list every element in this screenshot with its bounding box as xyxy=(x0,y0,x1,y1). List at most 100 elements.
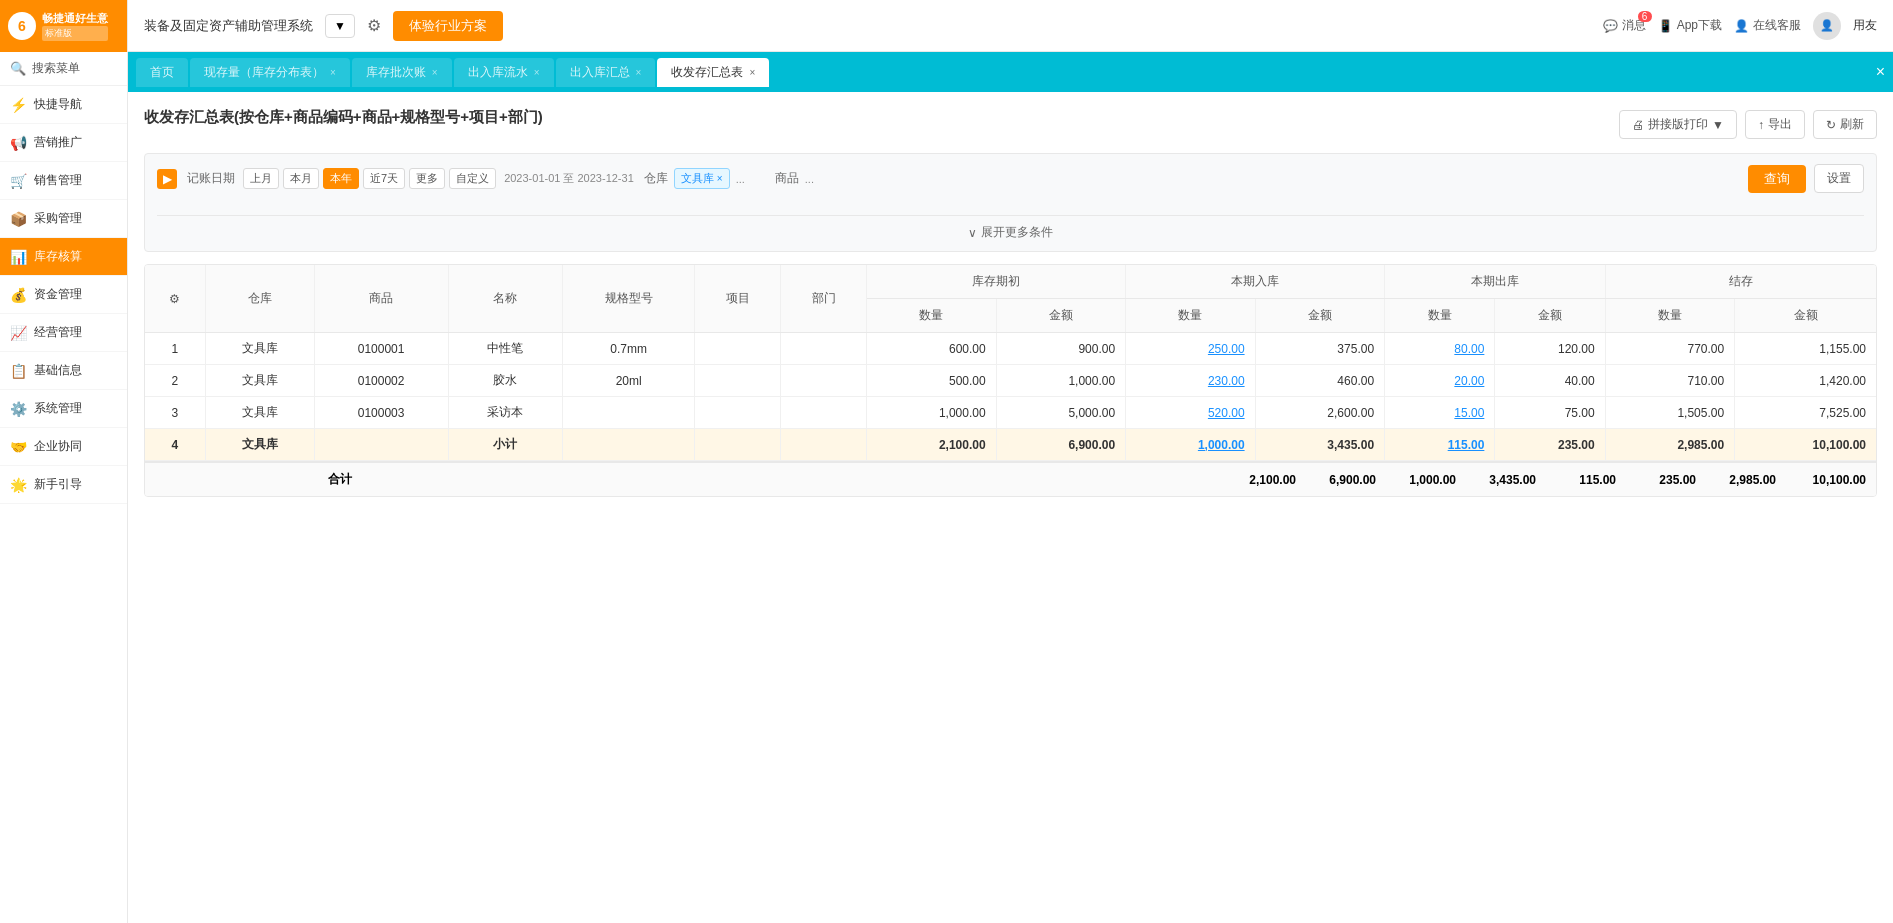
search-label: 搜索菜单 xyxy=(32,60,80,77)
tab-home-label: 首页 xyxy=(150,64,174,81)
warehouse-tag: 文具库 × xyxy=(674,168,730,189)
tab-batch-close[interactable]: × xyxy=(432,67,438,78)
product-more[interactable]: ... xyxy=(805,173,814,185)
th-product-spec: 规格型号 xyxy=(563,265,695,333)
tab-recv-send[interactable]: 收发存汇总表 × xyxy=(657,58,769,87)
tab-recv-send-close[interactable]: × xyxy=(749,67,755,78)
refresh-btn[interactable]: ↻ 刷新 xyxy=(1813,110,1877,139)
sidebar-item-inventory[interactable]: 📊 库存核算 xyxy=(0,238,127,276)
tab-bar-close[interactable]: × xyxy=(1876,63,1885,81)
sidebar-item-quick[interactable]: ⚡ 快捷导航 xyxy=(0,86,127,124)
row-close-amt: 10,100.00 xyxy=(1735,429,1876,461)
date-btn-more[interactable]: 更多 xyxy=(409,168,445,189)
sidebar-item-finance[interactable]: 💰 资金管理 xyxy=(0,276,127,314)
row-department xyxy=(781,429,867,461)
th-project: 项目 xyxy=(695,265,781,333)
th-in-amt: 金额 xyxy=(1255,299,1384,333)
row-out-amt: 120.00 xyxy=(1495,333,1605,365)
date-btn-this-month[interactable]: 本月 xyxy=(283,168,319,189)
date-btn-custom[interactable]: 自定义 xyxy=(449,168,496,189)
row-in-qty[interactable]: 1,000.00 xyxy=(1126,429,1255,461)
finance-icon: 💰 xyxy=(10,287,26,303)
sales-icon: 🛒 xyxy=(10,173,26,189)
system-dropdown[interactable]: ▼ xyxy=(325,14,355,38)
sidebar-search[interactable]: 🔍 搜索菜单 xyxy=(0,52,127,86)
row-department xyxy=(781,397,867,429)
app-download-btn[interactable]: 📱 App下载 xyxy=(1658,17,1722,34)
row-close-amt: 1,420.00 xyxy=(1735,365,1876,397)
warehouse-tag-close[interactable]: × xyxy=(717,173,723,184)
sidebar-item-operations[interactable]: 📈 经营管理 xyxy=(0,314,127,352)
tab-inventory-dist[interactable]: 现存量（库存分布表） × xyxy=(190,58,350,87)
sidebar-item-newbie[interactable]: 🌟 新手引导 xyxy=(0,466,127,504)
row-in-amt: 2,600.00 xyxy=(1255,397,1384,429)
page-title: 收发存汇总表(按仓库+商品编码+商品+规格型号+项目+部门) xyxy=(144,108,543,127)
row-in-qty[interactable]: 520.00 xyxy=(1126,397,1255,429)
settings-icon[interactable]: ⚙ xyxy=(367,16,381,35)
tab-flow[interactable]: 出入库流水 × xyxy=(454,58,554,87)
row-out-qty[interactable]: 20.00 xyxy=(1385,365,1495,397)
tab-inventory-dist-label: 现存量（库存分布表） xyxy=(204,64,324,81)
date-range: 2023-01-01 至 2023-12-31 xyxy=(504,171,634,186)
row-in-qty[interactable]: 230.00 xyxy=(1126,365,1255,397)
nav-label-finance: 资金管理 xyxy=(34,286,82,303)
row-out-qty[interactable]: 115.00 xyxy=(1385,429,1495,461)
row-warehouse: 文具库 xyxy=(205,333,314,365)
sidebar-item-basic[interactable]: 📋 基础信息 xyxy=(0,352,127,390)
tab-flow-close[interactable]: × xyxy=(534,67,540,78)
row-close-qty: 710.00 xyxy=(1605,365,1734,397)
row-project xyxy=(695,397,781,429)
expand-conditions[interactable]: ∨ 展开更多条件 xyxy=(157,215,1864,241)
footer-out-qty: 115.00 xyxy=(1546,473,1626,487)
date-btn-last-month[interactable]: 上月 xyxy=(243,168,279,189)
date-btn-this-year[interactable]: 本年 xyxy=(323,168,359,189)
row-in-qty[interactable]: 250.00 xyxy=(1126,333,1255,365)
content-area: 收发存汇总表(按仓库+商品编码+商品+规格型号+项目+部门) 🖨 拼接版打印 ▼… xyxy=(128,92,1893,923)
footer-in-amt: 3,435.00 xyxy=(1466,473,1546,487)
tab-batch-account[interactable]: 库存批次账 × xyxy=(352,58,452,87)
refresh-icon: ↻ xyxy=(1826,118,1836,132)
messages-btn[interactable]: 💬 消息 6 xyxy=(1603,17,1646,34)
operations-icon: 📈 xyxy=(10,325,26,341)
export-icon: ↑ xyxy=(1758,118,1764,132)
tab-home[interactable]: 首页 xyxy=(136,58,188,87)
row-out-qty[interactable]: 15.00 xyxy=(1385,397,1495,429)
row-project xyxy=(695,365,781,397)
basic-icon: 📋 xyxy=(10,363,26,379)
tab-summary-close[interactable]: × xyxy=(636,67,642,78)
warehouse-more[interactable]: ... xyxy=(736,173,745,185)
tab-summary[interactable]: 出入库汇总 × xyxy=(556,58,656,87)
print-btn[interactable]: 🖨 拼接版打印 ▼ xyxy=(1619,110,1737,139)
settings-btn[interactable]: 设置 xyxy=(1814,164,1864,193)
date-btn-7days[interactable]: 近7天 xyxy=(363,168,405,189)
query-btn[interactable]: 查询 xyxy=(1748,165,1806,193)
table-footer: 合计 2,100.00 6,900.00 1,000.00 3,435.00 1… xyxy=(145,461,1876,496)
footer-numbers: 2,100.00 6,900.00 1,000.00 3,435.00 115.… xyxy=(525,473,1876,487)
footer-in-qty: 1,000.00 xyxy=(1386,473,1466,487)
date-filter: 上月 本月 本年 近7天 更多 自定义 xyxy=(243,168,496,189)
tab-inventory-dist-close[interactable]: × xyxy=(330,67,336,78)
sidebar-item-sales[interactable]: 🛒 销售管理 xyxy=(0,162,127,200)
row-out-amt: 75.00 xyxy=(1495,397,1605,429)
dropdown-label: ▼ xyxy=(334,19,346,33)
export-btn[interactable]: ↑ 导出 xyxy=(1745,110,1805,139)
nav-label-enterprise: 企业协同 xyxy=(34,438,82,455)
experience-btn[interactable]: 体验行业方案 xyxy=(393,11,503,41)
row-out-qty[interactable]: 80.00 xyxy=(1385,333,1495,365)
row-in-amt: 3,435.00 xyxy=(1255,429,1384,461)
footer-open-qty: 2,100.00 xyxy=(1226,473,1306,487)
message-icon: 💬 xyxy=(1603,19,1618,33)
nav-label-operations: 经营管理 xyxy=(34,324,82,341)
sidebar-item-system[interactable]: ⚙️ 系统管理 xyxy=(0,390,127,428)
row-department xyxy=(781,365,867,397)
table-row: 2 文具库 0100002 胶水 20ml 500.00 1,000.00 23… xyxy=(145,365,1876,397)
filter-toggle[interactable]: ▶ xyxy=(157,169,177,189)
sidebar-item-purchase[interactable]: 📦 采购管理 xyxy=(0,200,127,238)
online-service-btn[interactable]: 👤 在线客服 xyxy=(1734,17,1801,34)
sidebar-item-enterprise[interactable]: 🤝 企业协同 xyxy=(0,428,127,466)
sidebar-item-marketing[interactable]: 📢 营销推广 xyxy=(0,124,127,162)
avatar[interactable]: 👤 xyxy=(1813,12,1841,40)
product-filter: 商品 ... xyxy=(775,170,814,187)
purchase-icon: 📦 xyxy=(10,211,26,227)
th-settings[interactable]: ⚙ xyxy=(145,265,205,333)
